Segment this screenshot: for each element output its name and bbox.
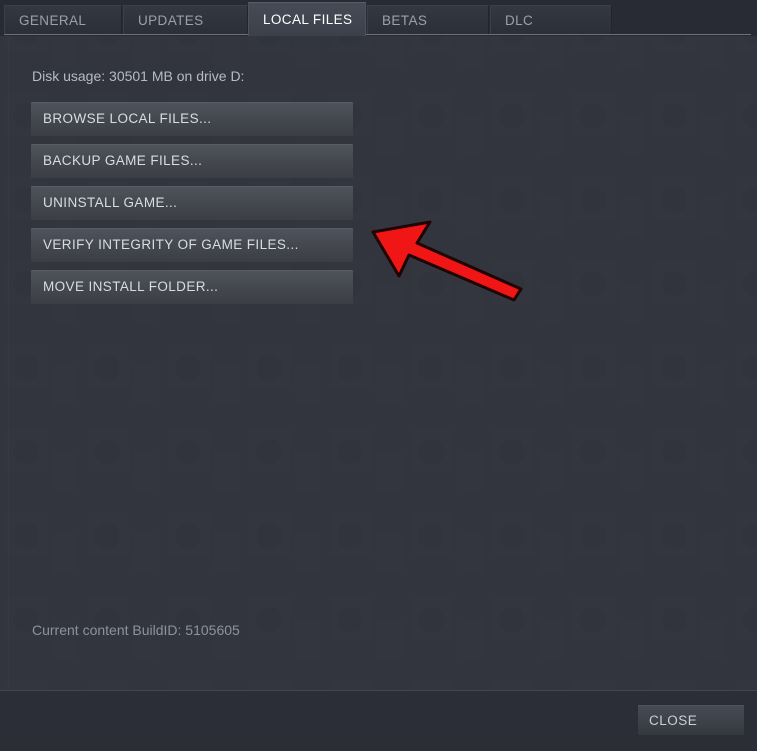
tab-underline-right xyxy=(366,34,751,35)
backup-game-files-button[interactable]: BACKUP GAME FILES... xyxy=(31,144,353,178)
uninstall-game-button[interactable]: UNINSTALL GAME... xyxy=(31,186,353,220)
build-id-text: Current content BuildID: 5105605 xyxy=(32,622,240,638)
verify-integrity-button[interactable]: VERIFY INTEGRITY OF GAME FILES... xyxy=(31,228,353,262)
tab-dlc-label: DLC xyxy=(505,13,534,28)
verify-integrity-label: VERIFY INTEGRITY OF GAME FILES... xyxy=(43,237,299,252)
tab-local-files-label: LOCAL FILES xyxy=(263,12,353,27)
move-install-folder-button[interactable]: MOVE INSTALL FOLDER... xyxy=(31,270,353,304)
tab-local-files[interactable]: LOCAL FILES xyxy=(248,2,366,36)
panel-left-rule xyxy=(8,36,9,690)
browse-local-files-button[interactable]: BROWSE LOCAL FILES... xyxy=(31,102,353,136)
tab-general-label: GENERAL xyxy=(19,13,87,28)
tab-betas-label: BETAS xyxy=(382,13,428,28)
browse-local-files-label: BROWSE LOCAL FILES... xyxy=(43,111,212,126)
close-button-label: CLOSE xyxy=(649,713,698,728)
disk-usage-text: Disk usage: 30501 MB on drive D: xyxy=(32,68,245,84)
tab-betas[interactable]: BETAS xyxy=(367,5,489,34)
move-install-folder-label: MOVE INSTALL FOLDER... xyxy=(43,279,219,294)
tab-underline-left xyxy=(4,34,248,35)
tab-updates[interactable]: UPDATES xyxy=(123,5,248,34)
tab-general[interactable]: GENERAL xyxy=(4,5,122,34)
file-action-button-list: BROWSE LOCAL FILES... BACKUP GAME FILES.… xyxy=(31,102,353,312)
uninstall-game-label: UNINSTALL GAME... xyxy=(43,195,178,210)
game-properties-window: GENERAL UPDATES LOCAL FILES BETAS DLC Di… xyxy=(0,0,757,751)
close-button[interactable]: CLOSE xyxy=(637,704,745,736)
backup-game-files-label: BACKUP GAME FILES... xyxy=(43,153,203,168)
tab-updates-label: UPDATES xyxy=(138,13,204,28)
tab-bar: GENERAL UPDATES LOCAL FILES BETAS DLC xyxy=(0,0,757,36)
local-files-panel: Disk usage: 30501 MB on drive D: BROWSE … xyxy=(0,36,757,690)
tab-dlc[interactable]: DLC xyxy=(490,5,612,34)
